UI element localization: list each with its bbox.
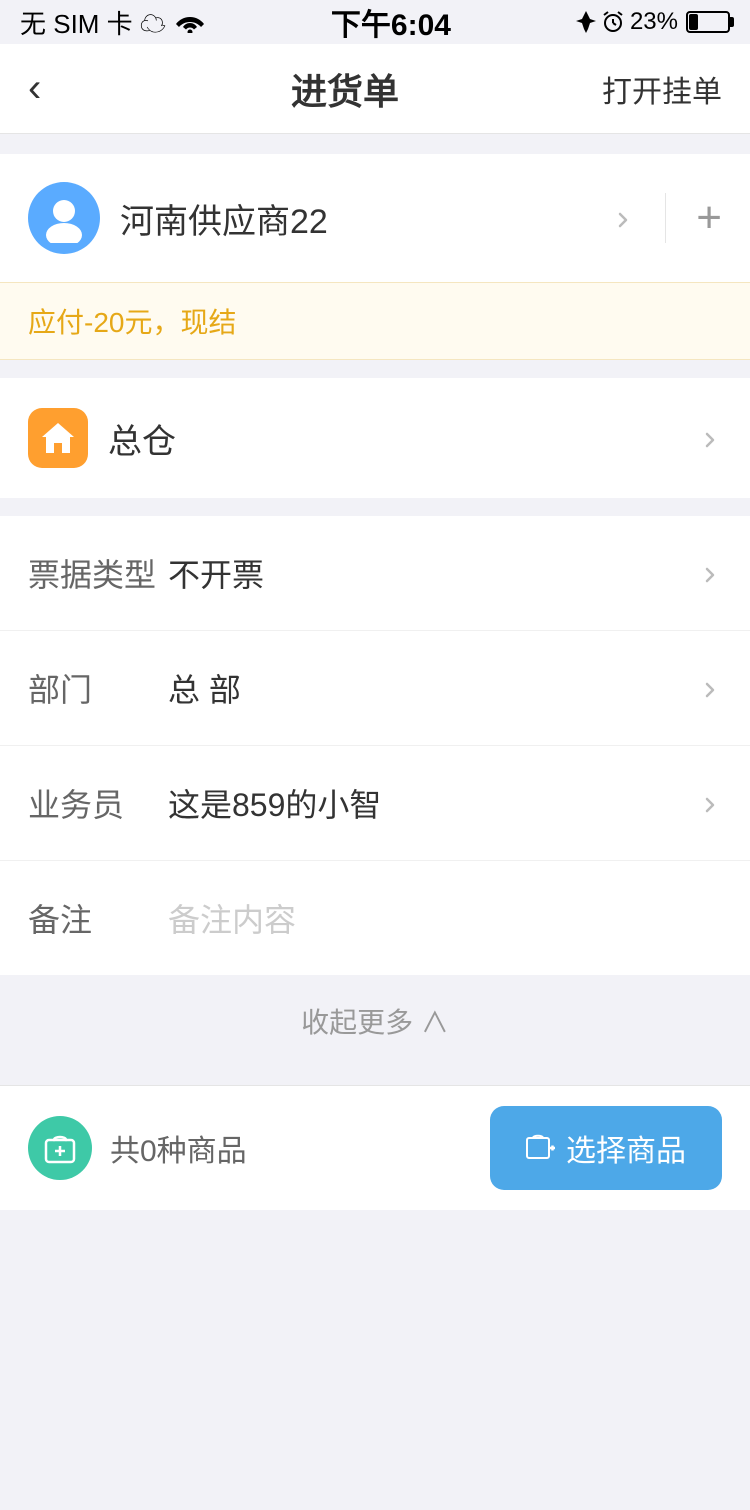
warehouse-row[interactable]: 总仓 [0, 360, 750, 498]
dept-chevron-icon [698, 672, 722, 704]
status-time: 下午6:04 [331, 0, 451, 44]
status-right: 23% [576, 8, 730, 36]
open-pending-button[interactable]: 打开挂单 [602, 67, 722, 111]
nav-bar: ‹ 进货单 打开挂单 [0, 44, 750, 134]
collapse-button[interactable]: 收起更多 ∧ [0, 975, 750, 1067]
dept-value: 总 部 [168, 665, 698, 711]
sales-label: 业务员 [28, 780, 168, 826]
note-label: 备注 [28, 895, 168, 941]
sales-value: 这是859的小智 [168, 780, 698, 826]
goods-icon [28, 1116, 92, 1180]
section-gap-1 [0, 134, 750, 154]
dept-row[interactable]: 部门 总 部 [0, 631, 750, 746]
back-button[interactable]: ‹ [28, 66, 88, 111]
page-background [0, 1210, 750, 1510]
goods-count-label: 共0种商品 [110, 1126, 490, 1170]
warehouse-name: 总仓 [108, 414, 698, 463]
note-placeholder[interactable]: 备注内容 [168, 895, 722, 941]
house-icon [40, 421, 76, 455]
dept-label: 部门 [28, 665, 168, 711]
ticket-row[interactable]: 票据类型 不开票 [0, 516, 750, 631]
warehouse-icon [28, 408, 88, 468]
battery-icon [686, 11, 730, 33]
supplier-chevron-icon [611, 202, 635, 234]
shopping-bag-icon [42, 1130, 78, 1166]
supplier-card: 河南供应商22 + 应付-20元，现结 [0, 154, 750, 360]
sales-chevron-icon [698, 787, 722, 819]
warehouse-chevron-icon [698, 422, 722, 454]
ticket-value: 不开票 [168, 550, 698, 596]
select-goods-icon [526, 1134, 556, 1162]
battery-percent: 23% [630, 8, 678, 36]
collapse-label: 收起更多 ∧ [301, 1007, 449, 1038]
bottom-bar: 共0种商品 选择商品 [0, 1085, 750, 1210]
sales-row[interactable]: 业务员 这是859的小智 [0, 746, 750, 861]
select-goods-button[interactable]: 选择商品 [490, 1106, 722, 1190]
form-section: 票据类型 不开票 部门 总 部 业务员 这是859的小智 备注 备注内容 [0, 498, 750, 975]
wifi-icon [174, 11, 206, 33]
notice-bar: 应付-20元，现结 [0, 282, 750, 360]
note-row[interactable]: 备注 备注内容 [0, 861, 750, 975]
status-left: 无 SIM 卡 ☁ [20, 4, 206, 41]
alarm-icon [602, 11, 624, 33]
add-supplier-button[interactable]: + [696, 193, 722, 243]
person-icon [39, 193, 89, 243]
notice-text: 应付-20元，现结 [28, 307, 236, 338]
supplier-divider [665, 193, 666, 243]
page-title: 进货单 [291, 63, 399, 115]
ticket-label: 票据类型 [28, 550, 168, 596]
supplier-avatar [28, 182, 100, 254]
supplier-row[interactable]: 河南供应商22 + [0, 154, 750, 282]
location-icon [576, 11, 596, 33]
ticket-chevron-icon [698, 557, 722, 589]
supplier-name: 河南供应商22 [120, 194, 611, 243]
select-goods-label: 选择商品 [566, 1126, 686, 1170]
status-bar: 无 SIM 卡 ☁ 下午6:04 23% [0, 0, 750, 44]
sim-signal: 无 SIM 卡 ☁ [20, 4, 166, 41]
